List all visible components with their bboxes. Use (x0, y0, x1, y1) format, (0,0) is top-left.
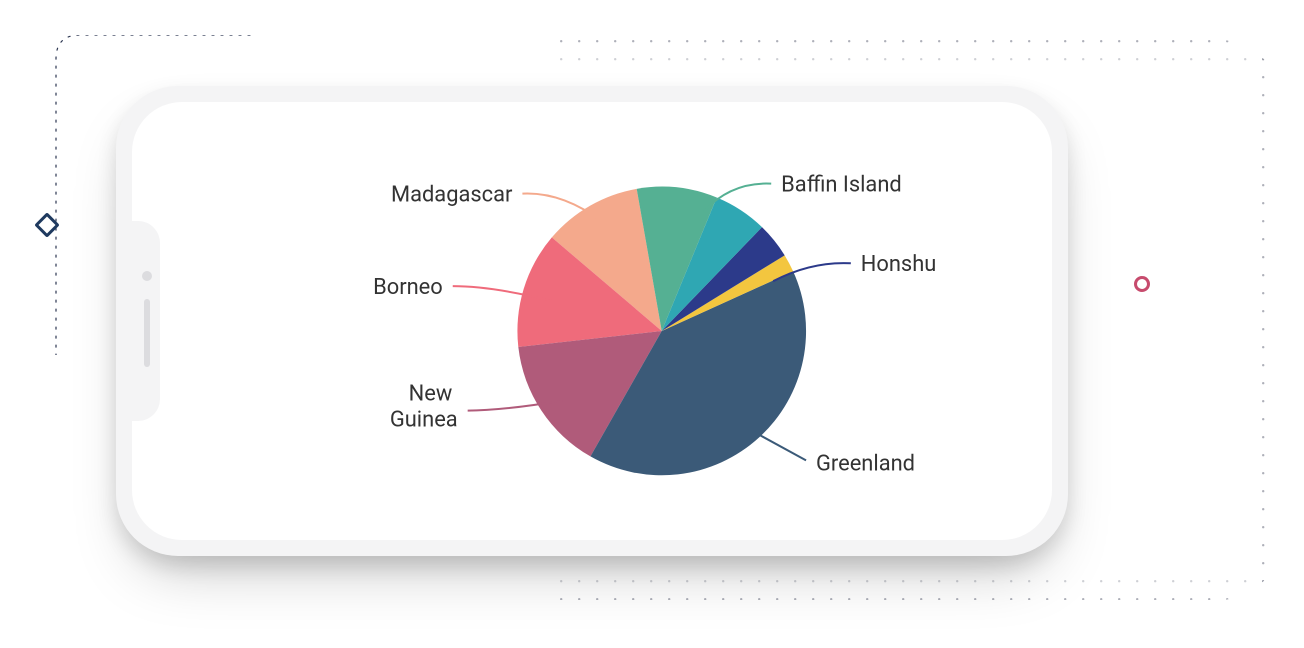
slice-label-honshu: Honshu (861, 252, 937, 277)
speaker-slot-icon (144, 299, 150, 367)
label-honshu: Honshu (773, 252, 936, 281)
slice-label-borneo: Borneo (373, 275, 443, 300)
pie-slices (517, 187, 806, 476)
camera-dot-icon (142, 271, 152, 281)
slice-label-greenland: Greenland (816, 451, 915, 476)
label-madagascar: Madagascar (391, 183, 602, 222)
decorative-diamond-icon (34, 212, 59, 237)
slice-label-baffin-island: Baffin Island (781, 173, 902, 198)
label-greenland: Greenland (751, 430, 915, 476)
decorative-ring-icon (1134, 276, 1150, 292)
device-frame: Baffin Island Honshu Greenland (116, 86, 1068, 556)
slice-label-new-guinea: New Guinea (390, 382, 458, 433)
device-notch (132, 221, 160, 421)
slice-label-madagascar: Madagascar (391, 183, 513, 208)
pie-chart: Baffin Island Honshu Greenland (192, 112, 1022, 530)
device-screen: Baffin Island Honshu Greenland (132, 102, 1052, 540)
